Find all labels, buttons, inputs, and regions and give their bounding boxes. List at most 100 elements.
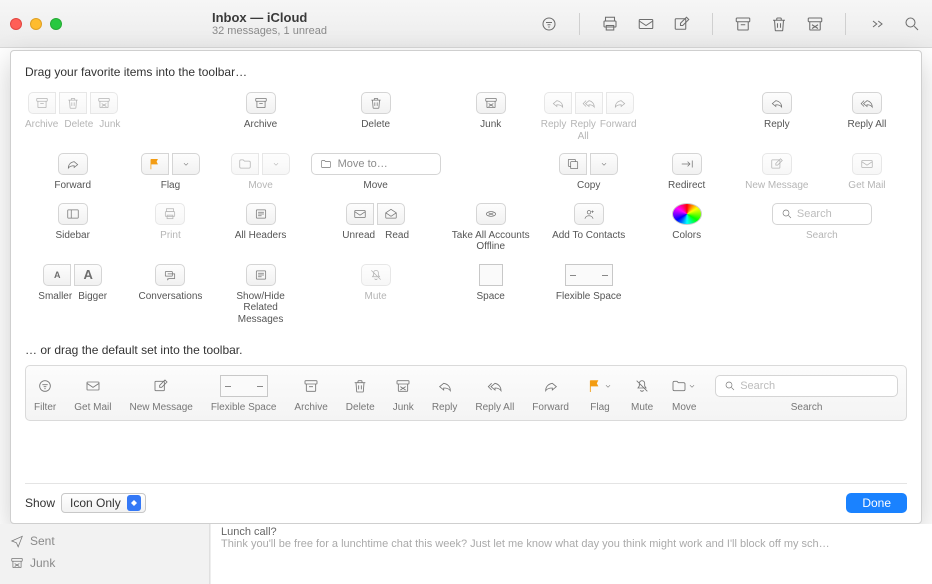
item-reply[interactable]: Reply: [737, 91, 817, 142]
item-label: Show/Hide Related Messages: [221, 291, 301, 326]
item-mute[interactable]: Mute: [311, 263, 441, 326]
space-icon: [479, 264, 503, 286]
sidebar-item-sent[interactable]: Sent: [10, 530, 199, 552]
reply-icon: [551, 96, 565, 110]
item-move-menu[interactable]: Move: [221, 152, 301, 192]
item-forward[interactable]: Forward: [25, 152, 120, 192]
item-label: Reply: [541, 119, 567, 142]
default-move[interactable]: Move: [671, 374, 697, 414]
item-smaller-bigger[interactable]: A A Smaller Bigger: [25, 263, 120, 326]
item-reply-group[interactable]: Reply Reply All Forward: [541, 91, 637, 142]
junk-icon: [484, 96, 498, 110]
redirect-icon: [680, 157, 694, 171]
default-reply[interactable]: Reply: [432, 374, 458, 414]
more-icon[interactable]: [866, 14, 886, 34]
sidebar-bg: Sent Junk: [0, 524, 210, 584]
chevron-down-icon: [271, 159, 281, 169]
sidebar-item-junk[interactable]: Junk: [10, 552, 199, 574]
item-sidebar[interactable]: Sidebar: [25, 202, 120, 253]
printer-icon[interactable]: [600, 14, 620, 34]
item-archive[interactable]: Archive: [221, 91, 301, 142]
default-flex[interactable]: Flexible Space: [211, 374, 277, 414]
item-junk[interactable]: Junk: [451, 91, 531, 142]
headers-icon: [254, 207, 268, 221]
default-newmessage[interactable]: New Message: [129, 374, 192, 414]
folder-icon: [671, 378, 687, 394]
instruction-defaults: … or drag the default set into the toolb…: [25, 343, 907, 357]
forward-icon: [66, 157, 80, 171]
item-label: Reply All: [847, 119, 886, 131]
customize-toolbar-sheet: Drag your favorite items into the toolba…: [10, 50, 922, 524]
message-subject: Lunch call?: [221, 526, 922, 538]
item-moveto-field[interactable]: Move to… Move: [311, 152, 441, 192]
window-title: Inbox — iCloud: [212, 10, 327, 25]
flexible-space-icon: [565, 264, 613, 286]
archive-icon: [254, 96, 268, 110]
flag-icon: [587, 378, 603, 394]
default-junk[interactable]: Junk: [393, 374, 414, 414]
item-addcontacts[interactable]: Add To Contacts: [541, 202, 637, 253]
default-getmail[interactable]: Get Mail: [74, 374, 111, 414]
read-icon: [384, 207, 398, 221]
show-mode-select[interactable]: Icon Only: [61, 493, 146, 513]
minimize-window[interactable]: [30, 18, 42, 30]
default-replyall[interactable]: Reply All: [475, 374, 514, 414]
filter-icon[interactable]: [539, 14, 559, 34]
item-flexible-space[interactable]: Flexible Space: [541, 263, 637, 326]
default-mute[interactable]: Mute: [631, 374, 653, 414]
item-newmessage[interactable]: New Message: [737, 152, 817, 192]
compose-icon[interactable]: [672, 14, 692, 34]
folder-icon: [320, 158, 332, 170]
item-label: Move: [363, 180, 387, 192]
item-delete[interactable]: Delete: [311, 91, 441, 142]
item-redirect[interactable]: Redirect: [647, 152, 727, 192]
item-label: Flag: [161, 180, 180, 192]
show-value: Icon Only: [70, 496, 121, 510]
default-delete[interactable]: Delete: [346, 374, 375, 414]
item-label: Junk: [480, 119, 501, 131]
item-replyall[interactable]: Reply All: [827, 91, 907, 142]
trash-icon: [352, 378, 368, 394]
item-copy[interactable]: Copy: [541, 152, 637, 192]
zoom-window[interactable]: [50, 18, 62, 30]
trash-icon[interactable]: [769, 14, 789, 34]
item-space[interactable]: Space: [451, 263, 531, 326]
item-colors[interactable]: Colors: [647, 202, 727, 253]
replyall-icon: [582, 96, 596, 110]
item-offline[interactable]: Take All Accounts Offline: [451, 202, 531, 253]
search-icon[interactable]: [902, 14, 922, 34]
default-search[interactable]: SearchSearch: [715, 374, 898, 414]
default-forward[interactable]: Forward: [532, 374, 569, 414]
done-button[interactable]: Done: [846, 493, 907, 513]
item-label: Bigger: [78, 291, 107, 303]
item-label: Read: [385, 230, 409, 242]
envelope-icon[interactable]: [636, 14, 656, 34]
archive-icon[interactable]: [733, 14, 753, 34]
envelope-icon: [85, 378, 101, 394]
default-toolbar-set[interactable]: Filter Get Mail New Message Flexible Spa…: [25, 365, 907, 421]
window-toolbar: [539, 0, 922, 48]
item-showhide-related[interactable]: Show/Hide Related Messages: [221, 263, 301, 326]
item-searchfield[interactable]: Search Search: [737, 202, 907, 253]
item-conversations[interactable]: Conversations: [130, 263, 210, 326]
item-unread-read[interactable]: Unread Read: [311, 202, 441, 253]
item-print[interactable]: Print: [130, 202, 210, 253]
contact-icon: [582, 207, 596, 221]
default-filter[interactable]: Filter: [34, 374, 56, 414]
default-flag[interactable]: Flag: [587, 374, 613, 414]
item-label: Unread: [342, 230, 375, 242]
moveto-placeholder: Move to…: [338, 158, 388, 170]
item-getmail[interactable]: Get Mail: [827, 152, 907, 192]
color-wheel-icon: [672, 203, 702, 225]
item-flag[interactable]: Flag: [130, 152, 210, 192]
item-archive-delete-junk-group[interactable]: Archive Delete Junk: [25, 91, 120, 142]
item-label: Space: [477, 291, 505, 303]
close-window[interactable]: [10, 18, 22, 30]
default-archive[interactable]: Archive: [294, 374, 327, 414]
item-allheaders[interactable]: All Headers: [221, 202, 301, 253]
offline-icon: [484, 207, 498, 221]
mute-icon: [634, 378, 650, 394]
message-preview: Think you'll be free for a lunchtime cha…: [221, 538, 922, 550]
junk-icon[interactable]: [805, 14, 825, 34]
item-label: Flexible Space: [556, 291, 622, 303]
